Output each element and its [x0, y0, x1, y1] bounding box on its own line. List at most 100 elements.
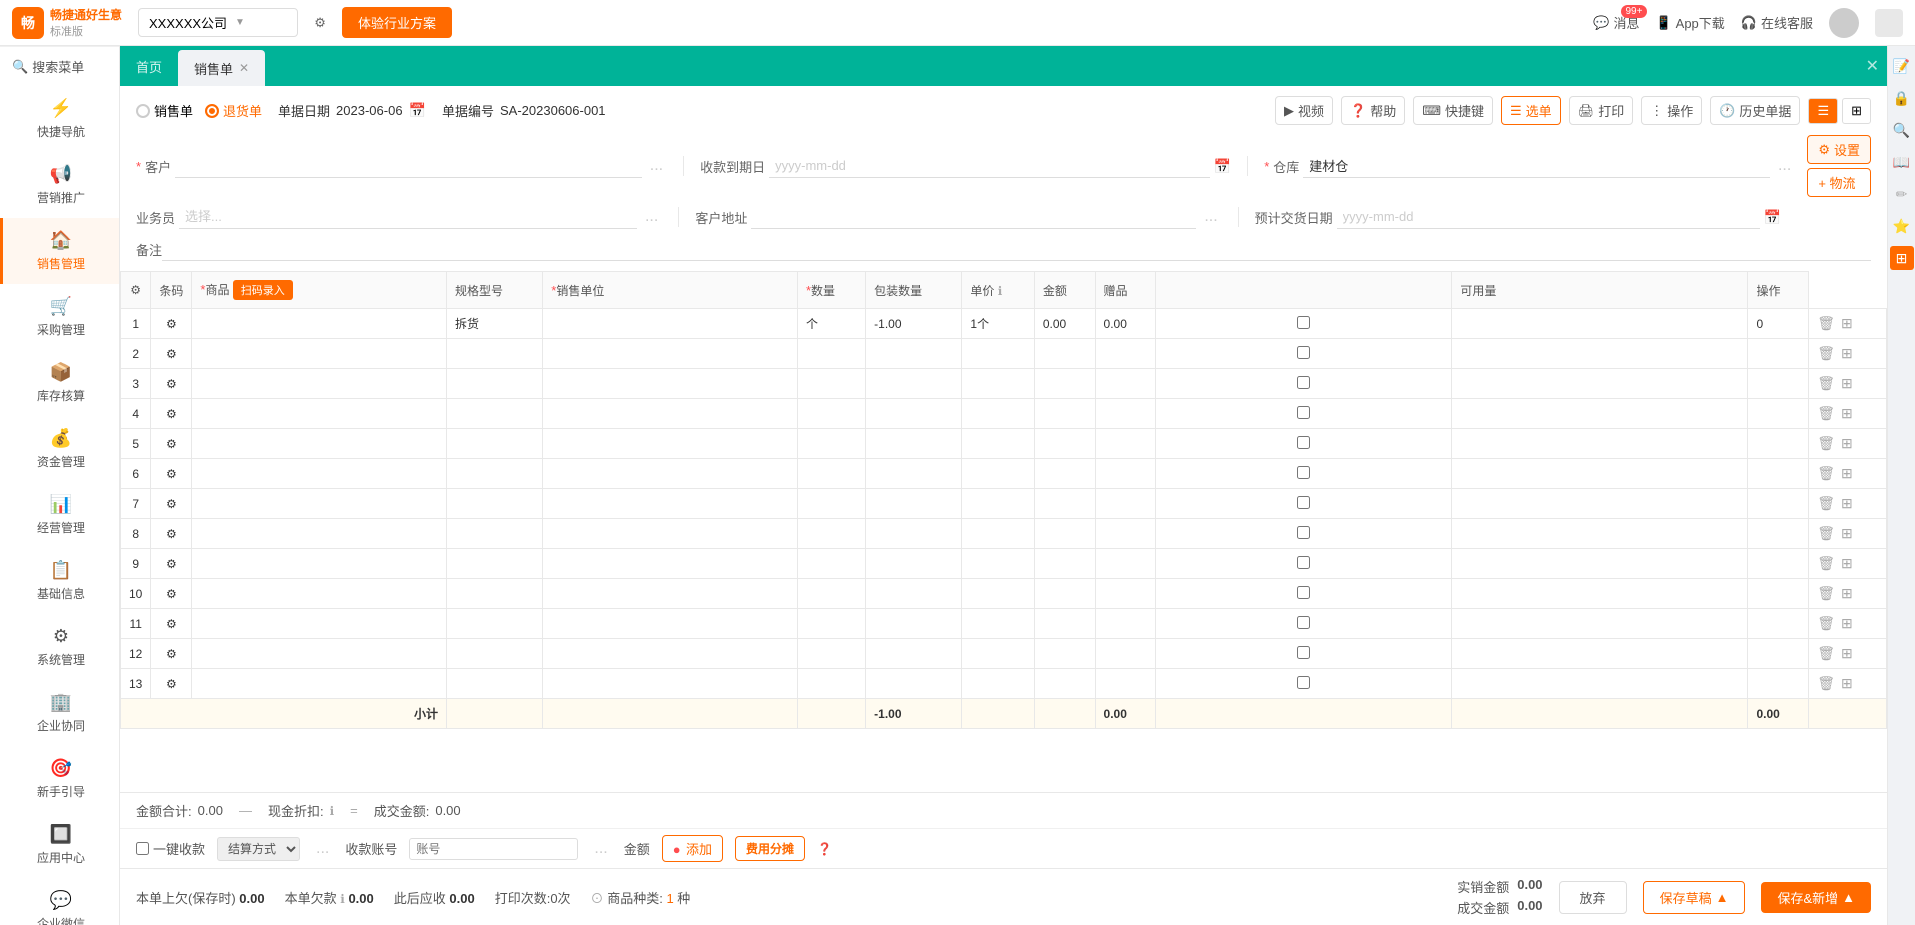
row-gift[interactable] [1156, 459, 1452, 489]
date-calendar-icon[interactable]: 📅 [409, 102, 426, 119]
expected-date-calendar-icon[interactable]: 📅 [1764, 209, 1781, 226]
scan-barcode-btn[interactable]: 扫码录入 [233, 280, 293, 300]
row-pack-qty[interactable] [962, 489, 1034, 519]
row-amount[interactable] [1095, 549, 1156, 579]
list-view-btn[interactable]: ☰ [1808, 98, 1838, 124]
copy-row-icon[interactable]: ⊞ [1841, 615, 1853, 632]
row-gear[interactable]: ⚙ [151, 309, 192, 339]
row-gift[interactable] [1156, 669, 1452, 699]
delete-row-icon[interactable]: 🗑 [1817, 585, 1835, 602]
save-draft-btn[interactable]: 保存草稿 ▲ [1643, 881, 1746, 914]
window-close-icon[interactable]: ✕ [1866, 56, 1879, 76]
row-barcode[interactable] [192, 639, 447, 669]
row-gift[interactable] [1156, 609, 1452, 639]
row-amount[interactable] [1095, 639, 1156, 669]
radio-sales-order[interactable]: 销售单 [136, 101, 193, 120]
company-selector[interactable]: XXXXXX公司 ▼ [138, 8, 298, 37]
sidebar-item-inventory[interactable]: 📦 库存核算 [0, 350, 119, 416]
copy-row-icon[interactable]: ⊞ [1841, 495, 1853, 512]
copy-row-icon[interactable]: ⊞ [1841, 375, 1853, 392]
row-product[interactable] [447, 549, 543, 579]
row-gear[interactable]: ⚙ [151, 489, 192, 519]
row-gear[interactable]: ⚙ [151, 399, 192, 429]
shortcut-btn[interactable]: ⌨ 快捷键 [1413, 96, 1493, 125]
row-spec[interactable] [543, 369, 798, 399]
product-types-icon[interactable]: ⊙ [591, 891, 604, 906]
row-gift[interactable] [1156, 549, 1452, 579]
row-pack-qty[interactable] [962, 339, 1034, 369]
row-unit[interactable] [797, 639, 865, 669]
save-new-btn[interactable]: 保存&新增 ▲ [1761, 882, 1871, 913]
row-quantity[interactable] [866, 669, 962, 699]
delete-row-icon[interactable]: 🗑 [1817, 405, 1835, 422]
row-barcode[interactable] [192, 339, 447, 369]
row-pack-qty[interactable] [962, 429, 1034, 459]
settings-icon-btn[interactable]: ⚙ [306, 9, 334, 37]
row-pack-qty[interactable] [962, 579, 1034, 609]
row-spec[interactable] [543, 549, 798, 579]
operation-btn[interactable]: ⋮ 操作 [1641, 96, 1702, 125]
row-price[interactable] [1034, 639, 1095, 669]
expense-split-btn[interactable]: 费用分摊 [735, 836, 805, 861]
row-barcode[interactable] [192, 549, 447, 579]
sidebar-item-finance[interactable]: 💰 资金管理 [0, 416, 119, 482]
history-btn[interactable]: 🕐 历史单据 [1710, 96, 1800, 125]
row-unit[interactable] [797, 519, 865, 549]
tab-sales-order[interactable]: 销售单 ✕ [178, 50, 265, 86]
row-quantity[interactable] [866, 339, 962, 369]
sidebar-item-operations[interactable]: 📊 经营管理 [0, 482, 119, 548]
row-price[interactable] [1034, 519, 1095, 549]
online-service-btn[interactable]: 🎧 在线客服 [1741, 13, 1813, 32]
row-gear[interactable]: ⚙ [151, 579, 192, 609]
row-amount[interactable]: 0.00 [1095, 309, 1156, 339]
row-product[interactable] [447, 429, 543, 459]
warehouse-input[interactable] [1303, 154, 1770, 178]
row-unit[interactable] [797, 549, 865, 579]
row-barcode[interactable] [192, 399, 447, 429]
salesperson-more-icon[interactable]: ... [641, 208, 662, 226]
row-amount[interactable] [1095, 579, 1156, 609]
row-quantity[interactable] [866, 369, 962, 399]
row-gift[interactable] [1156, 339, 1452, 369]
row-spec[interactable] [543, 669, 798, 699]
row-product[interactable] [447, 339, 543, 369]
tab-home[interactable]: 首页 [120, 46, 178, 86]
row-amount[interactable] [1095, 339, 1156, 369]
row-unit[interactable] [797, 399, 865, 429]
help-btn[interactable]: ❓ 帮助 [1341, 96, 1405, 125]
delete-row-icon[interactable]: 🗑 [1817, 675, 1835, 692]
customer-input[interactable] [175, 154, 642, 178]
right-panel-icon-6[interactable]: ⭐ [1890, 214, 1914, 238]
copy-row-icon[interactable]: ⊞ [1841, 345, 1853, 362]
notes-input[interactable] [162, 237, 1871, 261]
row-quantity[interactable] [866, 609, 962, 639]
row-gift[interactable] [1156, 369, 1452, 399]
row-spec[interactable] [543, 309, 798, 339]
copy-row-icon[interactable]: ⊞ [1841, 465, 1853, 482]
row-quantity[interactable] [866, 429, 962, 459]
row-gear[interactable]: ⚙ [151, 609, 192, 639]
right-panel-icon-1[interactable]: 📝 [1890, 54, 1914, 78]
delete-row-icon[interactable]: 🗑 [1817, 435, 1835, 452]
row-price[interactable] [1034, 459, 1095, 489]
settlement-more-icon[interactable]: ... [312, 840, 333, 858]
row-unit[interactable] [797, 369, 865, 399]
row-spec[interactable] [543, 519, 798, 549]
row-price[interactable] [1034, 339, 1095, 369]
row-product[interactable]: 拆货 [447, 309, 543, 339]
add-payment-btn[interactable]: ● 添加 [662, 835, 723, 862]
delete-row-icon[interactable]: 🗑 [1817, 375, 1835, 392]
one-click-payment-checkbox[interactable] [136, 842, 149, 855]
row-spec[interactable] [543, 609, 798, 639]
copy-row-icon[interactable]: ⊞ [1841, 555, 1853, 572]
customer-more-icon[interactable]: ... [646, 157, 667, 175]
right-panel-icon-4[interactable]: 📖 [1890, 150, 1914, 174]
row-gear[interactable]: ⚙ [151, 519, 192, 549]
row-spec[interactable] [543, 639, 798, 669]
row-gift[interactable] [1156, 429, 1452, 459]
row-unit[interactable] [797, 609, 865, 639]
row-pack-qty[interactable] [962, 609, 1034, 639]
user-avatar[interactable] [1829, 8, 1859, 38]
row-product[interactable] [447, 519, 543, 549]
row-gear[interactable]: ⚙ [151, 549, 192, 579]
